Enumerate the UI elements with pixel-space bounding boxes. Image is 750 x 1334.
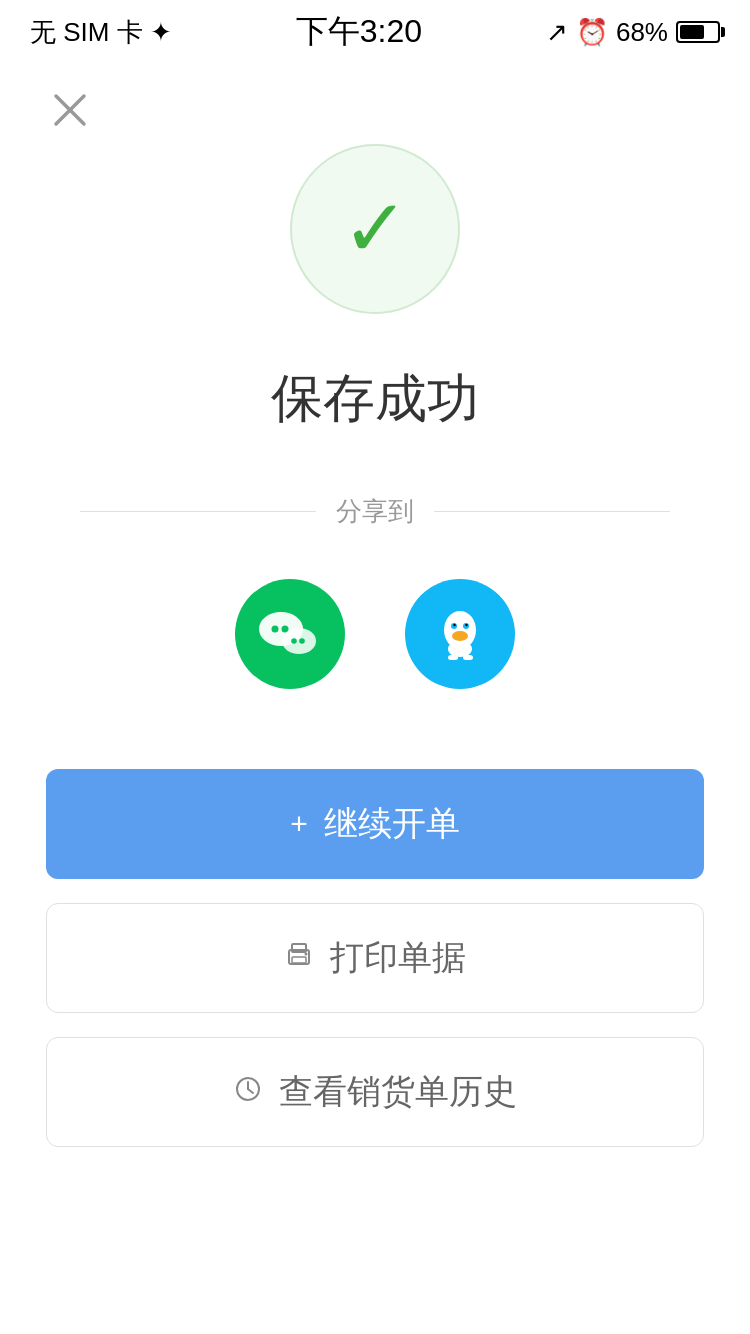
divider-left xyxy=(80,511,316,512)
success-title: 保存成功 xyxy=(271,364,479,434)
svg-rect-21 xyxy=(292,957,306,963)
svg-point-13 xyxy=(453,623,455,625)
svg-point-6 xyxy=(291,638,297,644)
success-circle: ✓ xyxy=(290,144,460,314)
location-icon: ↗ xyxy=(546,17,568,48)
continue-order-label: 继续开单 xyxy=(324,801,460,847)
battery-icon xyxy=(676,21,720,43)
status-right: ↗ ⏰ 68% xyxy=(546,17,720,48)
svg-rect-18 xyxy=(463,655,473,660)
status-bar: 无 SIM 卡 ✦ 下午3:20 ↗ ⏰ 68% xyxy=(0,0,750,64)
svg-point-22 xyxy=(305,952,308,955)
svg-point-15 xyxy=(452,631,468,641)
close-button[interactable] xyxy=(40,80,100,140)
qq-icon xyxy=(428,602,493,667)
status-left: 无 SIM 卡 ✦ xyxy=(30,15,172,50)
plus-icon: + xyxy=(290,807,308,841)
actions: + 继续开单 打印单据 xyxy=(0,769,750,1147)
svg-point-16 xyxy=(448,641,472,657)
share-icons xyxy=(235,579,515,689)
svg-point-7 xyxy=(299,638,305,644)
battery-percent: 68% xyxy=(616,17,668,48)
status-time: 下午3:20 xyxy=(296,10,422,54)
checkmark-icon: ✓ xyxy=(342,189,409,269)
svg-point-3 xyxy=(272,626,279,633)
wechat-icon xyxy=(255,599,325,669)
share-label: 分享到 xyxy=(316,494,434,529)
qq-share-button[interactable] xyxy=(405,579,515,689)
print-icon xyxy=(284,940,314,977)
share-divider: 分享到 xyxy=(0,494,750,529)
continue-order-button[interactable]: + 继续开单 xyxy=(46,769,704,879)
svg-line-25 xyxy=(248,1089,253,1093)
history-button[interactable]: 查看销货单历史 xyxy=(46,1037,704,1147)
svg-point-4 xyxy=(282,626,289,633)
svg-point-5 xyxy=(282,628,316,654)
print-button[interactable]: 打印单据 xyxy=(46,903,704,1013)
close-icon xyxy=(52,92,88,128)
print-label: 打印单据 xyxy=(330,935,466,981)
svg-rect-17 xyxy=(448,655,458,660)
history-icon xyxy=(233,1074,263,1111)
sim-status: 无 SIM 卡 ✦ xyxy=(30,15,172,50)
main-content: ✓ 保存成功 分享到 xyxy=(0,64,750,1147)
divider-right xyxy=(434,511,670,512)
wechat-share-button[interactable] xyxy=(235,579,345,689)
history-label: 查看销货单历史 xyxy=(279,1069,517,1115)
svg-point-14 xyxy=(465,623,467,625)
alarm-icon: ⏰ xyxy=(576,17,608,48)
battery-fill xyxy=(680,25,704,39)
